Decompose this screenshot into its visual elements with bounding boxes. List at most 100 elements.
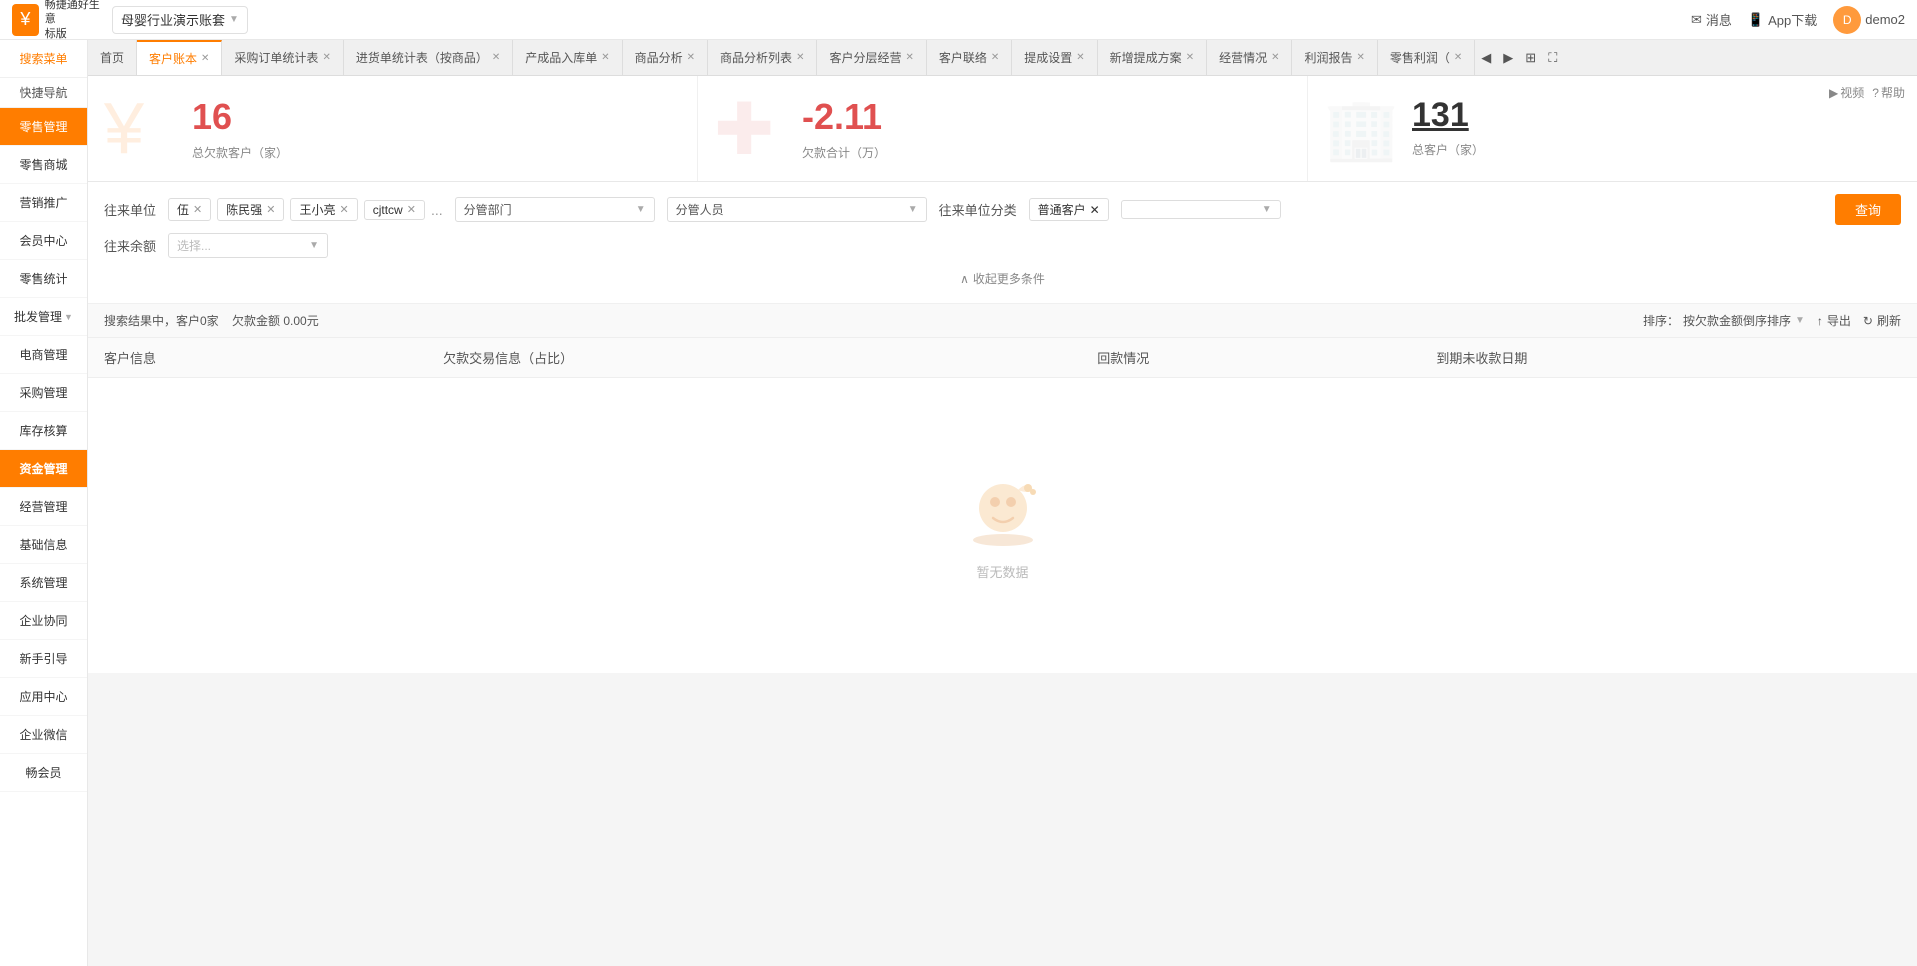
messages-button[interactable]: ✉ 消息 bbox=[1691, 10, 1732, 29]
sidebar-search[interactable]: 搜索菜单 bbox=[0, 40, 87, 78]
empty-state-cell: 暂无数据 bbox=[88, 378, 1917, 674]
stat-debt-label: 欠款合计（万） bbox=[802, 144, 1283, 161]
tab-close-goods-analysis-list[interactable]: ✕ bbox=[796, 52, 804, 63]
tab-operations[interactable]: 经营情况 ✕ bbox=[1207, 40, 1292, 76]
unit-class-select[interactable]: ▼ bbox=[1121, 200, 1281, 219]
tab-menu[interactable]: ⊞ bbox=[1519, 50, 1542, 66]
remove-tag-wang[interactable]: ✕ bbox=[340, 203, 349, 216]
sidebar-item-retail-stats[interactable]: 零售统计 bbox=[0, 260, 87, 298]
person-chevron-icon: ▼ bbox=[908, 204, 918, 215]
tab-profit-report[interactable]: 利润报告 ✕ bbox=[1292, 40, 1377, 76]
dept-select[interactable]: 分管部门 ▼ bbox=[455, 197, 655, 222]
tab-fullscreen[interactable]: ⛶ bbox=[1542, 50, 1563, 66]
logo-icon: ¥ bbox=[12, 4, 39, 36]
sidebar-item-system[interactable]: 系统管理 bbox=[0, 564, 87, 602]
sidebar-item-marketing[interactable]: 营销推广 bbox=[0, 184, 87, 222]
tab-goods-analysis[interactable]: 商品分析 ✕ bbox=[623, 40, 708, 76]
tab-close-customers[interactable]: ✕ bbox=[201, 53, 209, 64]
remove-tag-wu[interactable]: ✕ bbox=[193, 203, 202, 216]
user-profile[interactable]: D demo2 bbox=[1833, 6, 1905, 34]
sidebar-item-purchase[interactable]: 采购管理 bbox=[0, 374, 87, 412]
tab-retail-profit[interactable]: 零售利润（ ✕ bbox=[1378, 40, 1475, 76]
refresh-button[interactable]: ↻ 刷新 bbox=[1863, 312, 1901, 329]
sidebar-item-new-guide[interactable]: 新手引导 bbox=[0, 640, 87, 678]
tab-close-goods-analysis[interactable]: ✕ bbox=[687, 52, 695, 63]
unit-class-chevron-icon: ▼ bbox=[1262, 204, 1272, 215]
tab-home[interactable]: 首页 bbox=[88, 40, 137, 76]
sidebar-item-retail-mall[interactable]: 零售商城 bbox=[0, 146, 87, 184]
sidebar-item-retail[interactable]: 零售管理 bbox=[0, 108, 87, 146]
filter-tags-unit: 伍 ✕ 陈民强 ✕ 王小亮 ✕ cjttcw ✕ bbox=[168, 198, 443, 221]
app-download-button[interactable]: 📱 App下载 bbox=[1748, 10, 1817, 29]
tab-close-purchase-orders[interactable]: ✕ bbox=[322, 52, 330, 63]
tab-goods-analysis-list[interactable]: 商品分析列表 ✕ bbox=[708, 40, 817, 76]
person-select[interactable]: 分管人员 ▼ bbox=[667, 197, 927, 222]
results-summary: 搜索结果中，客户0家 欠款金额 0.00元 bbox=[104, 312, 319, 329]
tab-close-customer-segment[interactable]: ✕ bbox=[905, 52, 913, 63]
empty-state: 暂无数据 bbox=[104, 390, 1901, 661]
sidebar: 搜索菜单 快捷导航 零售管理 零售商城 营销推广 会员中心 零售统计 批发管理 … bbox=[0, 40, 88, 966]
play-icon: ▶ bbox=[1829, 86, 1838, 100]
filter-row-1: 往来单位 伍 ✕ 陈民强 ✕ 王小亮 ✕ bbox=[104, 194, 1901, 225]
tab-customer-segment[interactable]: 客户分层经营 ✕ bbox=[817, 40, 926, 76]
tab-close-purchase-stats[interactable]: ✕ bbox=[492, 52, 500, 63]
sidebar-item-app-center[interactable]: 应用中心 bbox=[0, 678, 87, 716]
help-button[interactable]: ? 帮助 bbox=[1872, 84, 1905, 101]
tab-customer-contact[interactable]: 客户联络 ✕ bbox=[927, 40, 1012, 76]
tab-close-production-in[interactable]: ✕ bbox=[601, 52, 609, 63]
tab-purchase-orders[interactable]: 采购订单统计表 ✕ bbox=[222, 40, 343, 76]
tab-close-profit-report[interactable]: ✕ bbox=[1357, 52, 1365, 63]
remove-customer-type[interactable]: ✕ bbox=[1090, 203, 1100, 217]
filter-more-btn[interactable]: ... bbox=[431, 202, 443, 218]
stat-actions: ▶ 视频 ? 帮助 bbox=[1829, 84, 1905, 101]
account-selector[interactable]: 母婴行业演示账套 ▼ bbox=[112, 6, 248, 34]
empty-text: 暂无数据 bbox=[976, 562, 1028, 581]
top-bar: ¥ 畅捷通好生意 标版 母婴行业演示账套 ▼ ✉ 消息 📱 App下载 D de… bbox=[0, 0, 1917, 40]
balance-select[interactable]: 选择... ▼ bbox=[168, 233, 328, 258]
empty-icon bbox=[963, 470, 1043, 550]
sidebar-item-ecommerce[interactable]: 电商管理 bbox=[0, 336, 87, 374]
collapse-up-icon: ∧ bbox=[960, 272, 969, 286]
sidebar-item-wholesale[interactable]: 批发管理 ▼ bbox=[0, 298, 87, 336]
tab-scroll-left[interactable]: ◀ bbox=[1475, 50, 1497, 66]
tab-close-new-promotion[interactable]: ✕ bbox=[1186, 52, 1194, 63]
tab-new-promotion[interactable]: 新增提成方案 ✕ bbox=[1098, 40, 1207, 76]
tab-close-customer-contact[interactable]: ✕ bbox=[991, 52, 999, 63]
col-customer-info: 客户信息 bbox=[88, 338, 427, 378]
sidebar-item-operations-mgmt[interactable]: 经营管理 bbox=[0, 488, 87, 526]
refresh-icon: ↻ bbox=[1863, 314, 1873, 328]
remove-tag-chen[interactable]: ✕ bbox=[266, 203, 275, 216]
tab-close-promotion-settings[interactable]: ✕ bbox=[1076, 52, 1084, 63]
tab-customers[interactable]: 客户账本 ✕ bbox=[137, 40, 222, 76]
unit-label: 往来单位 bbox=[104, 200, 156, 219]
tab-promotion-settings[interactable]: 提成设置 ✕ bbox=[1012, 40, 1097, 76]
tab-production-in[interactable]: 产成品入库单 ✕ bbox=[513, 40, 622, 76]
query-btn-container: 查询 bbox=[1835, 194, 1901, 225]
content-area: 首页 客户账本 ✕ 采购订单统计表 ✕ 进货单统计表（按商品） ✕ 产成品入库单… bbox=[88, 40, 1917, 966]
tab-close-retail-profit[interactable]: ✕ bbox=[1454, 52, 1462, 63]
col-payment-status: 回款情况 bbox=[1081, 338, 1420, 378]
sidebar-item-enterprise-coop[interactable]: 企业协同 bbox=[0, 602, 87, 640]
sidebar-item-inventory[interactable]: 库存核算 bbox=[0, 412, 87, 450]
remove-tag-cjttcw[interactable]: ✕ bbox=[407, 203, 416, 216]
tab-close-operations[interactable]: ✕ bbox=[1271, 52, 1279, 63]
filter-row-2: 往来余额 选择... ▼ bbox=[104, 233, 1901, 258]
sidebar-item-base-info[interactable]: 基础信息 bbox=[0, 526, 87, 564]
sidebar-item-premium-member[interactable]: 畅会员 bbox=[0, 754, 87, 792]
sidebar-item-member[interactable]: 会员中心 bbox=[0, 222, 87, 260]
collapse-button[interactable]: ∧ 收起更多条件 bbox=[104, 266, 1901, 291]
video-button[interactable]: ▶ 视频 bbox=[1829, 84, 1864, 101]
stat-debt-value: -2.11 bbox=[802, 96, 1283, 138]
stat-building-icon: 🏢 bbox=[1324, 93, 1399, 164]
help-icon: ? bbox=[1872, 86, 1879, 100]
sidebar-item-finance[interactable]: 资金管理 bbox=[0, 450, 87, 488]
results-bar: 搜索结果中，客户0家 欠款金额 0.00元 排序： 按欠款金额倒序排序 ▼ ↑ … bbox=[88, 304, 1917, 338]
sort-chevron-icon: ▼ bbox=[1795, 315, 1805, 326]
sidebar-quick-nav[interactable]: 快捷导航 bbox=[0, 78, 87, 108]
sidebar-item-enterprise-wechat[interactable]: 企业微信 bbox=[0, 716, 87, 754]
tab-scroll-right[interactable]: ▶ bbox=[1497, 50, 1519, 66]
filter-tag-cjttcw: cjttcw ✕ bbox=[364, 200, 425, 220]
export-button[interactable]: ↑ 导出 bbox=[1817, 312, 1851, 329]
query-button[interactable]: 查询 bbox=[1835, 194, 1901, 225]
tab-purchase-stats[interactable]: 进货单统计表（按商品） ✕ bbox=[344, 40, 513, 76]
